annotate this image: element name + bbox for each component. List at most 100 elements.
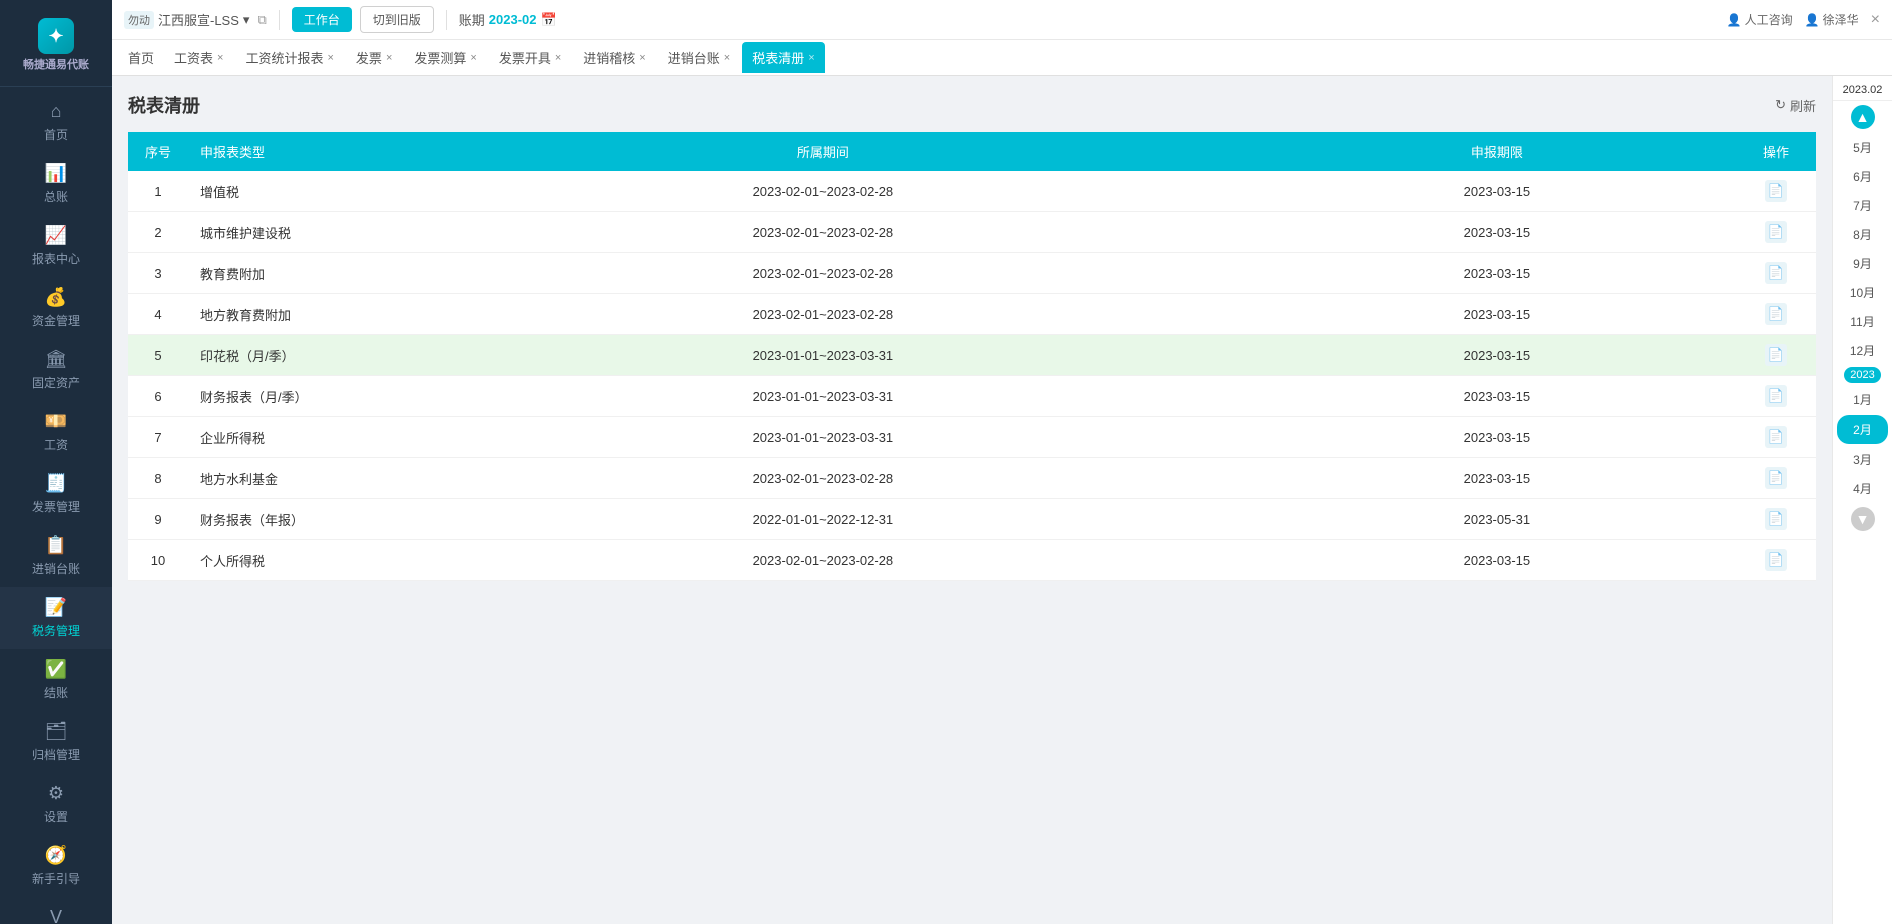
tab-invoice-open[interactable]: 发票开具 ×: [489, 42, 571, 73]
tab-close-icon[interactable]: ×: [555, 52, 561, 64]
cell-action: 📄: [1736, 458, 1816, 499]
period-month-7[interactable]: 7月: [1833, 191, 1892, 220]
home-icon: ⌂: [51, 101, 62, 122]
cell-period: 2023-02-01~2023-02-28: [388, 171, 1258, 212]
period-month-3[interactable]: 3月: [1833, 445, 1892, 474]
action-view-icon[interactable]: 📄: [1765, 262, 1787, 284]
tab-tax-clearance[interactable]: 税表清册 ×: [742, 42, 824, 73]
switch-old-button[interactable]: 切到旧版: [360, 6, 434, 33]
action-view-icon[interactable]: 📄: [1765, 426, 1787, 448]
tab-close-icon[interactable]: ×: [217, 52, 223, 64]
tab-close-icon[interactable]: ×: [327, 52, 333, 64]
cell-action: 📄: [1736, 335, 1816, 376]
sidebar-item-archive-mgmt[interactable]: 🗂 归档管理: [0, 711, 112, 773]
sidebar-item-label: 首页: [44, 126, 68, 143]
sidebar-item-fixed-assets[interactable]: 🏛 固定资产: [0, 339, 112, 401]
tab-label: 进销稽核: [583, 48, 635, 67]
human-consult-button[interactable]: 👤 人工咨询: [1727, 11, 1793, 28]
tab-close-icon[interactable]: ×: [470, 52, 476, 64]
table-row: 8地方水利基金2023-02-01~2023-02-282023-03-15📄: [128, 458, 1816, 499]
calendar-icon[interactable]: 📅: [541, 12, 557, 28]
period-prev-button[interactable]: ▲: [1851, 105, 1875, 129]
cell-action: 📄: [1736, 376, 1816, 417]
sidebar-item-tax-mgmt[interactable]: 📝 税务管理: [0, 587, 112, 649]
sidebar-item-invoice-mgmt[interactable]: 🧾 发票管理: [0, 463, 112, 525]
company-selector[interactable]: 勿动 江西服宣-LSS ▾: [124, 10, 249, 29]
action-view-icon[interactable]: 📄: [1765, 303, 1787, 325]
sidebar-item-label: 资金管理: [32, 312, 80, 329]
sidebar-item-salary[interactable]: 💴 工资: [0, 401, 112, 463]
tab-salary-table[interactable]: 工资表 ×: [164, 42, 233, 73]
action-view-icon[interactable]: 📄: [1765, 508, 1787, 530]
sidebar-item-vip[interactable]: V 畅会员: [0, 897, 112, 924]
company-tag: 勿动: [124, 11, 154, 29]
sidebar-item-report-center[interactable]: 📈 报表中心: [0, 215, 112, 277]
tab-salary-stats[interactable]: 工资统计报表 ×: [235, 42, 343, 73]
cell-action: 📄: [1736, 253, 1816, 294]
action-view-icon[interactable]: 📄: [1765, 344, 1787, 366]
sidebar-item-sales-ledger[interactable]: 📋 进销台账: [0, 525, 112, 587]
period-sidebar-header: 2023.02: [1833, 80, 1892, 101]
period-month-1[interactable]: 1月: [1833, 385, 1892, 414]
period-month-12[interactable]: 12月: [1833, 336, 1892, 365]
action-view-icon[interactable]: 📄: [1765, 549, 1787, 571]
period-month-4[interactable]: 4月: [1833, 474, 1892, 503]
settings-icon: ⚙: [48, 783, 64, 804]
sidebar-item-home[interactable]: ⌂ 首页: [0, 91, 112, 153]
period-month-9[interactable]: 9月: [1833, 249, 1892, 278]
period-month-10[interactable]: 10月: [1833, 278, 1892, 307]
action-view-icon[interactable]: 📄: [1765, 467, 1787, 489]
table-row: 4地方教育费附加2023-02-01~2023-02-282023-03-15📄: [128, 294, 1816, 335]
logo-icon: ✦: [38, 18, 74, 54]
sidebar-item-label: 进销台账: [32, 560, 80, 577]
period-month-6[interactable]: 6月: [1833, 162, 1892, 191]
period-month-11[interactable]: 11月: [1833, 307, 1892, 336]
main-area: 勿动 江西服宣-LSS ▾ ⧉ 工作台 切到旧版 账期 2023-02 📅 👤 …: [112, 0, 1892, 924]
tab-close-icon[interactable]: ×: [386, 52, 392, 64]
sidebar-item-new-guide[interactable]: 🧭 新手引导: [0, 835, 112, 897]
sidebar-item-settings[interactable]: ⚙ 设置: [0, 773, 112, 835]
action-view-icon[interactable]: 📄: [1765, 180, 1787, 202]
period-month-8[interactable]: 8月: [1833, 220, 1892, 249]
tab-home[interactable]: 首页: [120, 42, 162, 73]
table-row: 2城市维护建设税2023-02-01~2023-02-282023-03-15📄: [128, 212, 1816, 253]
refresh-button[interactable]: ↻ 刷新: [1775, 96, 1816, 115]
tab-label: 税表清册: [752, 48, 804, 67]
period-month-5[interactable]: 5月: [1833, 133, 1892, 162]
archive-icon: 🗂: [45, 721, 68, 742]
salary-icon: 💴: [45, 411, 67, 432]
refresh-icon: ↻: [1775, 97, 1786, 113]
cell-type: 个人所得税: [188, 540, 388, 581]
tab-invoice[interactable]: 发票 ×: [346, 42, 402, 73]
workbench-button[interactable]: 工作台: [292, 7, 352, 32]
invoice-icon: 🧾: [45, 473, 67, 494]
action-view-icon[interactable]: 📄: [1765, 385, 1787, 407]
cell-type: 教育费附加: [188, 253, 388, 294]
sidebar-item-settlement[interactable]: ✅ 结账: [0, 649, 112, 711]
sidebar-item-label: 归档管理: [32, 746, 80, 763]
tab-invoice-calc[interactable]: 发票测算 ×: [404, 42, 486, 73]
cell-type: 印花税（月/季）: [188, 335, 388, 376]
period-next-button[interactable]: ▼: [1851, 507, 1875, 531]
tab-sales-check[interactable]: 进销稽核 ×: [573, 42, 655, 73]
tab-sales-ledger[interactable]: 进销台账 ×: [658, 42, 740, 73]
tax-icon: 📝: [45, 597, 67, 618]
action-view-icon[interactable]: 📄: [1765, 221, 1787, 243]
topbar-divider-2: [446, 10, 447, 30]
cell-period: 2023-01-01~2023-03-31: [388, 417, 1258, 458]
sidebar-item-general-ledger[interactable]: 📊 总账: [0, 153, 112, 215]
tab-close-icon[interactable]: ×: [808, 52, 814, 64]
table-row: 9财务报表（年报）2022-01-01~2022-12-312023-05-31…: [128, 499, 1816, 540]
cell-action: 📄: [1736, 212, 1816, 253]
tab-close-icon[interactable]: ×: [724, 52, 730, 64]
user-profile[interactable]: 👤 徐泽华: [1805, 11, 1859, 28]
tab-close-icon[interactable]: ×: [639, 52, 645, 64]
period-month-2-active[interactable]: 2月: [1837, 415, 1888, 444]
cell-no: 3: [128, 253, 188, 294]
col-action: 操作: [1736, 132, 1816, 171]
topbar-copy-icon[interactable]: ⧉: [257, 12, 266, 28]
cell-deadline: 2023-03-15: [1258, 335, 1736, 376]
sidebar-item-fund-mgmt[interactable]: 💰 资金管理: [0, 277, 112, 339]
topbar-close-icon[interactable]: ×: [1871, 11, 1880, 29]
col-type: 申报表类型: [188, 132, 388, 171]
